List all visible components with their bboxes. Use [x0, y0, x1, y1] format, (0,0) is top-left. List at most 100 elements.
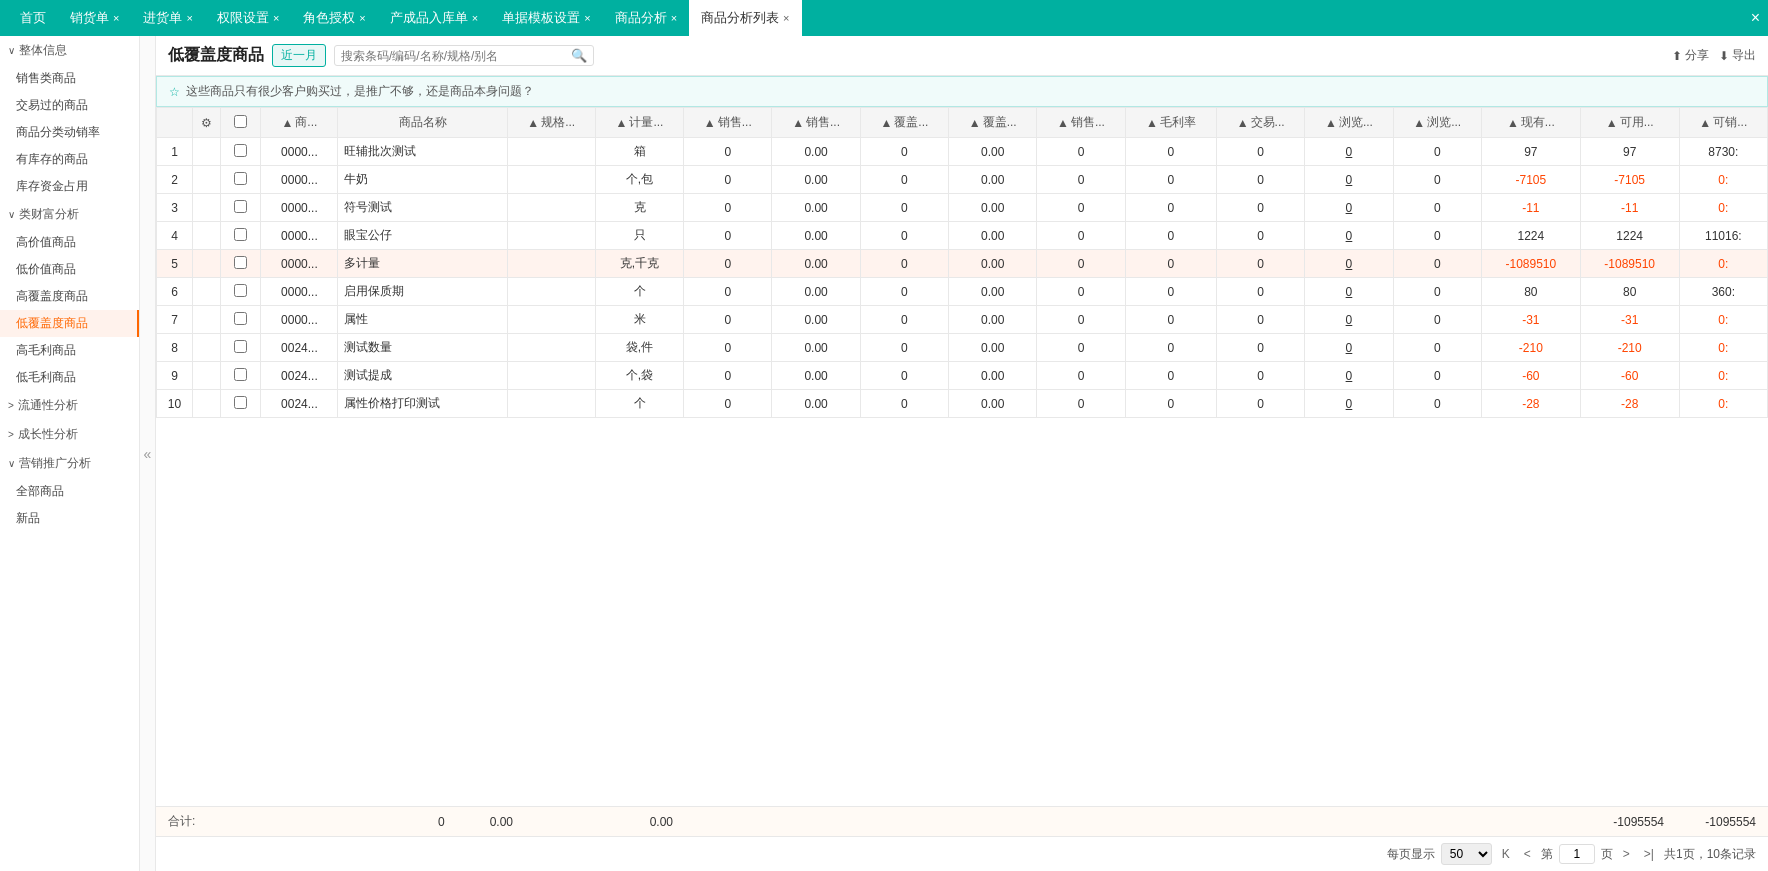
sidebar-item-all-goods[interactable]: 全部商品: [0, 478, 139, 505]
row-browse1[interactable]: 0: [1305, 306, 1393, 334]
settings-icon[interactable]: ⚙: [201, 116, 212, 130]
row-checkbox[interactable]: [221, 194, 261, 222]
row-browse1[interactable]: 0: [1305, 166, 1393, 194]
row-checkbox[interactable]: [221, 390, 261, 418]
row-browse1[interactable]: 0: [1305, 390, 1393, 418]
sidebar-section-marketing[interactable]: ∨ 营销推广分析: [0, 449, 139, 478]
browse1-link[interactable]: 0: [1346, 201, 1353, 215]
sidebar-item-low-value[interactable]: 低价值商品: [0, 256, 139, 283]
row-check[interactable]: [234, 368, 247, 381]
nav-item-product-inbound[interactable]: 产成品入库单 ×: [378, 0, 490, 36]
nav-close-permission[interactable]: ×: [273, 12, 279, 24]
nav-item-analysis-list[interactable]: 商品分析列表 ×: [689, 0, 801, 36]
row-browse1[interactable]: 0: [1305, 362, 1393, 390]
row-checkbox[interactable]: [221, 362, 261, 390]
row-browse1[interactable]: 0: [1305, 334, 1393, 362]
row-check[interactable]: [234, 228, 247, 241]
browse1-link[interactable]: 0: [1346, 145, 1353, 159]
nav-item-analysis[interactable]: 商品分析 ×: [603, 0, 689, 36]
row-browse1[interactable]: 0: [1305, 250, 1393, 278]
sidebar-item-traded-goods[interactable]: 交易过的商品: [0, 92, 139, 119]
row-browse1[interactable]: 0: [1305, 222, 1393, 250]
row-check[interactable]: [234, 340, 247, 353]
sidebar-item-high-value[interactable]: 高价值商品: [0, 229, 139, 256]
search-input[interactable]: [341, 49, 571, 63]
row-checkbox[interactable]: [221, 278, 261, 306]
export-button[interactable]: ⬇ 导出: [1719, 47, 1756, 64]
nav-item-permission[interactable]: 权限设置 ×: [205, 0, 291, 36]
table-wrapper: ⚙ ▲商... 商品名称 ▲规格... ▲计量... ▲销售... ▲销售...…: [156, 107, 1768, 806]
share-button[interactable]: ⬆ 分享: [1672, 47, 1709, 64]
row-checkbox[interactable]: [221, 166, 261, 194]
row-check[interactable]: [234, 396, 247, 409]
row-sales1: 0: [684, 222, 772, 250]
nav-item-purchase[interactable]: 进货单 ×: [131, 0, 204, 36]
sidebar-item-category-rate[interactable]: 商品分类动销率: [0, 119, 139, 146]
sidebar-item-new-goods[interactable]: 新品: [0, 505, 139, 532]
browse1-link[interactable]: 0: [1346, 369, 1353, 383]
nav-close-analysis[interactable]: ×: [671, 12, 677, 24]
browse1-link[interactable]: 0: [1346, 341, 1353, 355]
nav-close-analysis-list[interactable]: ×: [783, 12, 789, 24]
sidebar-item-high-profit[interactable]: 高毛利商品: [0, 337, 139, 364]
row-browse1[interactable]: 0: [1305, 194, 1393, 222]
window-close-button[interactable]: ×: [1751, 9, 1760, 27]
table-row: 5 0000... 多计量 克,千克 0 0.00 0 0.00 0 0 0 0…: [157, 250, 1768, 278]
browse1-link[interactable]: 0: [1346, 229, 1353, 243]
nav-item-sales[interactable]: 销货单 ×: [58, 0, 131, 36]
nav-item-template[interactable]: 单据模板设置 ×: [490, 0, 602, 36]
row-checkbox[interactable]: [221, 138, 261, 166]
per-page-select[interactable]: 50 100 200: [1441, 843, 1492, 865]
sidebar-section-wealth[interactable]: ∨ 类财富分析: [0, 200, 139, 229]
nav-close-role[interactable]: ×: [359, 12, 365, 24]
row-checkbox[interactable]: [221, 334, 261, 362]
export-icon: ⬇: [1719, 49, 1729, 63]
row-browse1[interactable]: 0: [1305, 138, 1393, 166]
browse1-link[interactable]: 0: [1346, 173, 1353, 187]
browse1-link[interactable]: 0: [1346, 397, 1353, 411]
nav-close-sales[interactable]: ×: [113, 12, 119, 24]
row-check[interactable]: [234, 172, 247, 185]
row-checkbox[interactable]: [221, 306, 261, 334]
content-header: 低覆盖度商品 近一月 🔍 ⬆ 分享 ⬇ 导出: [156, 36, 1768, 76]
sidebar-item-sales-goods[interactable]: 销售类商品: [0, 65, 139, 92]
browse1-link[interactable]: 0: [1346, 257, 1353, 271]
row-check[interactable]: [234, 312, 247, 325]
nav-close-product-inbound[interactable]: ×: [472, 12, 478, 24]
sidebar-item-high-coverage[interactable]: 高覆盖度商品: [0, 283, 139, 310]
sidebar-item-inventory-capital[interactable]: 库存资金占用: [0, 173, 139, 200]
th-checkbox[interactable]: [221, 108, 261, 138]
row-check[interactable]: [234, 256, 247, 269]
browse1-link[interactable]: 0: [1346, 285, 1353, 299]
next-page-button[interactable]: >: [1619, 845, 1634, 863]
sidebar-section-overall[interactable]: ∨ 整体信息: [0, 36, 139, 65]
page-input[interactable]: [1559, 844, 1595, 864]
browse1-link[interactable]: 0: [1346, 313, 1353, 327]
filter-recent-month-button[interactable]: 近一月: [272, 44, 326, 67]
row-checkbox[interactable]: [221, 222, 261, 250]
row-checkbox[interactable]: [221, 250, 261, 278]
sidebar-item-stocked-goods[interactable]: 有库存的商品: [0, 146, 139, 173]
sidebar-item-low-profit[interactable]: 低毛利商品: [0, 364, 139, 391]
sidebar-section-liquidity[interactable]: > 流通性分析: [0, 391, 139, 420]
nav-item-home[interactable]: 首页: [8, 0, 58, 36]
last-page-button[interactable]: >|: [1640, 845, 1658, 863]
row-check[interactable]: [234, 200, 247, 213]
row-usable: -210: [1580, 334, 1679, 362]
th-settings[interactable]: ⚙: [193, 108, 221, 138]
sidebar-section-growth[interactable]: > 成长性分析: [0, 420, 139, 449]
nav-close-purchase[interactable]: ×: [186, 12, 192, 24]
select-all-checkbox[interactable]: [234, 115, 247, 128]
row-check[interactable]: [234, 144, 247, 157]
nav-item-role[interactable]: 角色授权 ×: [291, 0, 377, 36]
row-check[interactable]: [234, 284, 247, 297]
sidebar-collapse-button[interactable]: «: [140, 36, 156, 871]
first-page-button[interactable]: K: [1498, 845, 1514, 863]
row-usable: -1089510: [1580, 250, 1679, 278]
search-box[interactable]: 🔍: [334, 45, 594, 66]
prev-page-button[interactable]: <: [1520, 845, 1535, 863]
row-code: 0000...: [261, 138, 338, 166]
nav-close-template[interactable]: ×: [584, 12, 590, 24]
row-browse1[interactable]: 0: [1305, 278, 1393, 306]
sidebar-item-low-coverage[interactable]: 低覆盖度商品: [0, 310, 139, 337]
